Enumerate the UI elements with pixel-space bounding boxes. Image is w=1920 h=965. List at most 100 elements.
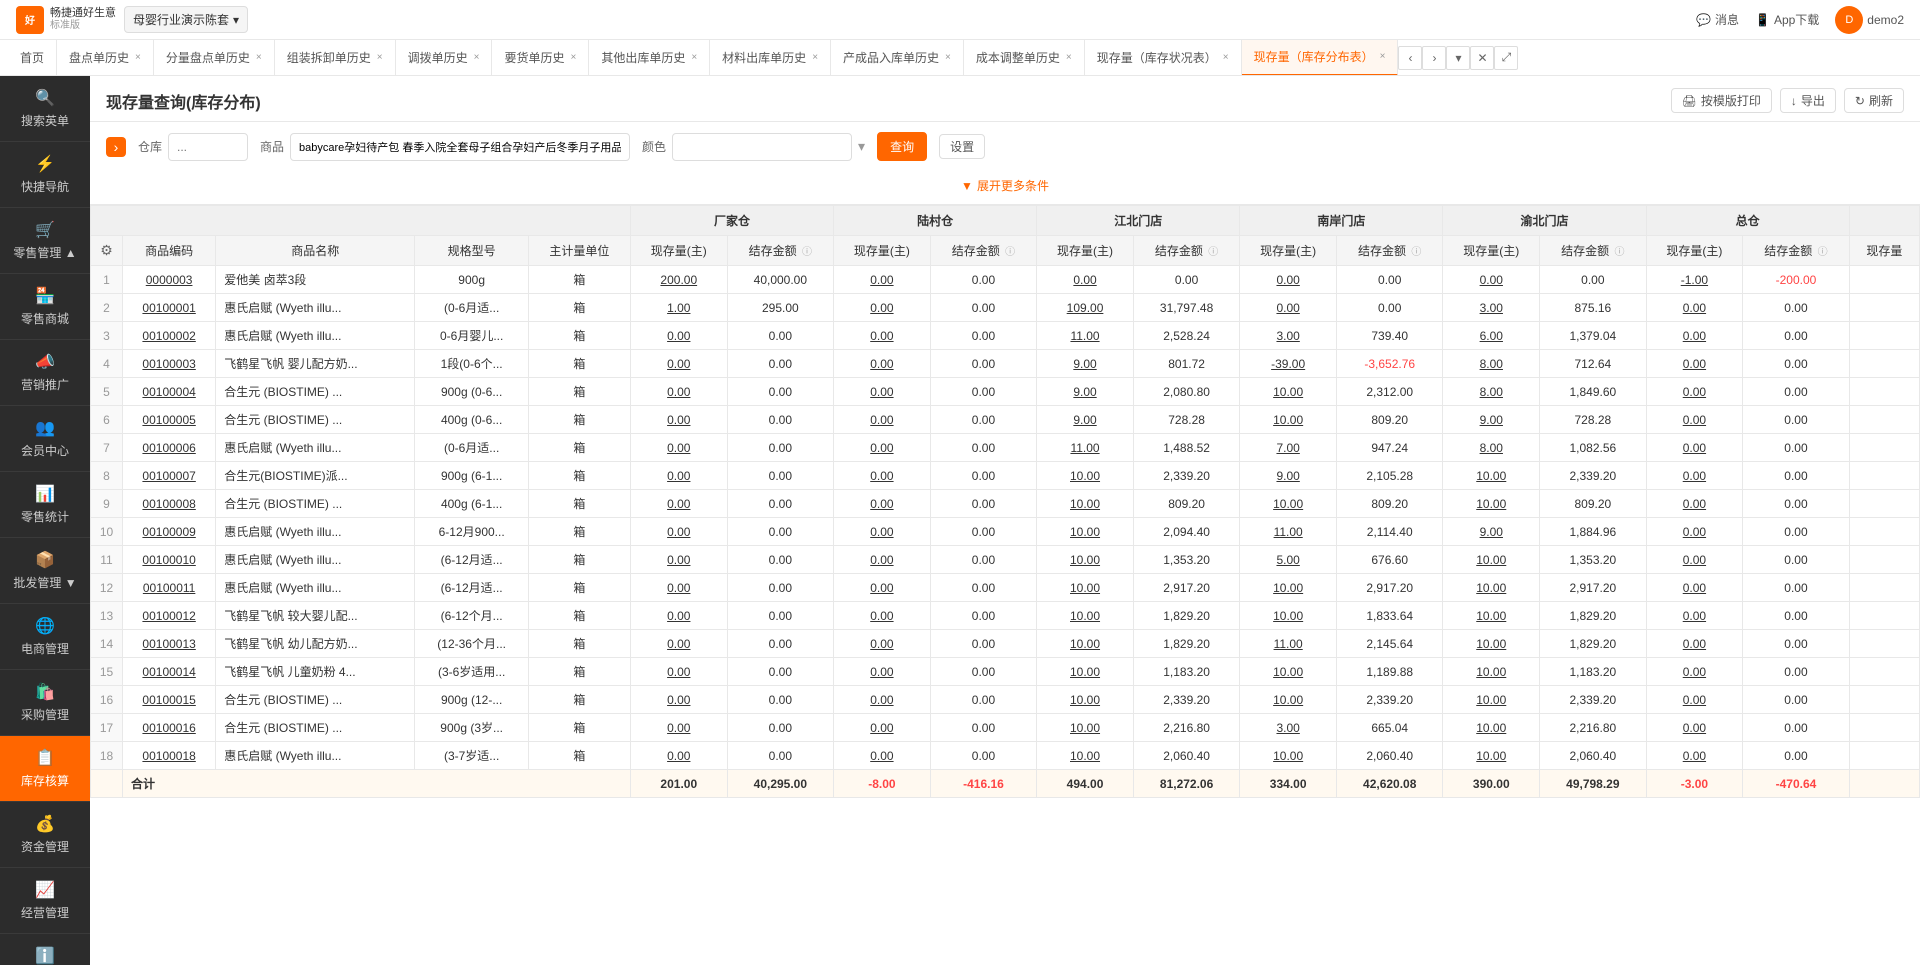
cell-land-amt: 0.00 [930, 574, 1036, 602]
cell-yb-qty: 10.00 [1443, 546, 1540, 574]
tab-prev[interactable]: ‹ [1398, 46, 1422, 70]
cell-land-amt: 0.00 [930, 714, 1036, 742]
tab-close-8[interactable]: × [945, 52, 951, 63]
table-row: 18 00100018 惠氏启赋 (Wyeth illu... (3-7岁适..… [91, 742, 1920, 770]
info-na-amt[interactable]: ⓘ [1411, 247, 1421, 258]
tab-close-9[interactable]: × [1066, 52, 1072, 63]
tab-close-3[interactable]: × [377, 52, 383, 63]
col-jiangbei: 江北门店 [1037, 206, 1240, 236]
tab-home[interactable]: 首页 [8, 40, 57, 76]
query-btn[interactable]: 查询 [877, 132, 927, 161]
sidebar: 🔍 搜索英单 ⚡ 快捷导航 🛒 零售管理 ▲ 🏪 零售商城 📣 营销推广 👥 会… [0, 76, 90, 965]
sidebar-item-retail[interactable]: 🛒 零售管理 ▲ [0, 208, 90, 274]
tab-8[interactable]: 产成品入库单历史 × [831, 40, 964, 76]
table-row: 1 0000003 爱他美 卤萃3段 900g 箱 200.00 40,000.… [91, 266, 1920, 294]
cell-unit: 箱 [528, 742, 630, 770]
cell-land-qty: 0.00 [834, 294, 931, 322]
sidebar-item-nav[interactable]: ⚡ 快捷导航 [0, 142, 90, 208]
export-btn[interactable]: ↓ 导出 [1780, 88, 1836, 113]
expand-orange-btn[interactable]: › [106, 137, 126, 157]
tab-close-10[interactable]: × [1223, 52, 1229, 63]
tab-close-4[interactable]: × [474, 52, 480, 63]
tab-close-6[interactable]: × [691, 52, 697, 63]
th-gear[interactable]: ⚙ [91, 236, 123, 266]
sidebar-item-search[interactable]: 🔍 搜索英单 [0, 76, 90, 142]
sidebar-item-mall[interactable]: 🏪 零售商城 [0, 274, 90, 340]
tab-7[interactable]: 材料出库单历史 × [710, 40, 831, 76]
sidebar-item-ops[interactable]: 📈 经营管理 [0, 868, 90, 934]
store-selector[interactable]: 母婴行业演示陈套 ▾ [124, 6, 248, 33]
cell-name: 飞鹤星飞帆 儿童奶粉 4... [216, 658, 415, 686]
tab-10[interactable]: 现存量（库存状况表）× [1085, 40, 1242, 76]
gear-icon[interactable]: ⚙ [100, 242, 113, 258]
tab-next[interactable]: › [1422, 46, 1446, 70]
tab-1[interactable]: 盘点单历史 × [57, 40, 154, 76]
cell-jb-amt: 1,183.20 [1133, 658, 1239, 686]
tab-6[interactable]: 其他出库单历史 × [589, 40, 710, 76]
info-yb-amt[interactable]: ⓘ [1615, 247, 1625, 258]
cell-fac-qty: 0.00 [630, 406, 727, 434]
tab-close-all[interactable]: ✕ [1470, 46, 1494, 70]
sidebar-item-inventory[interactable]: 📋 库存核算 [0, 736, 90, 802]
expand-filter-btn[interactable]: ▼ 展开更多条件 [961, 177, 1049, 194]
cell-spec: (12-36个月... [415, 630, 529, 658]
sidebar-item-purchase[interactable]: 🛍️ 采购管理 [0, 670, 90, 736]
cell-yb-qty: 8.00 [1443, 350, 1540, 378]
tab-close-11[interactable]: × [1380, 51, 1386, 62]
goods-input[interactable] [290, 133, 630, 161]
money-icon: 💰 [8, 814, 82, 834]
cell-na-amt: 2,105.28 [1337, 462, 1443, 490]
cell-land-amt: 0.00 [930, 490, 1036, 518]
sidebar-item-finance[interactable]: 💰 资金管理 [0, 802, 90, 868]
cell-fac-amt: 0.00 [727, 518, 833, 546]
sidebar-item-wholesale[interactable]: 📦 批发管理 ▼ [0, 538, 90, 604]
cell-jb-amt: 1,829.20 [1133, 602, 1239, 630]
sidebar-item-ecom[interactable]: 🌐 电商管理 [0, 604, 90, 670]
settings-btn[interactable]: 设置 [939, 134, 985, 159]
color-input[interactable] [672, 133, 852, 161]
tab-9[interactable]: 成本调整单历史 × [964, 40, 1085, 76]
clipboard-icon: 📋 [8, 748, 82, 768]
tab-close-7[interactable]: × [812, 52, 818, 63]
color-dropdown-icon[interactable]: ▾ [858, 138, 865, 155]
refresh-btn[interactable]: ↻ 刷新 [1844, 88, 1904, 113]
cell-jb-qty: 10.00 [1037, 658, 1134, 686]
tab-11[interactable]: 现存量（库存分布表）× [1242, 40, 1399, 76]
tab-close-1[interactable]: × [135, 52, 141, 63]
cell-jb-amt: 2,339.20 [1133, 462, 1239, 490]
cell-code: 0000003 [123, 266, 216, 294]
user-menu[interactable]: D demo2 [1835, 6, 1904, 34]
sidebar-item-member[interactable]: 👥 会员中心 [0, 406, 90, 472]
cell-yb-amt: 1,829.20 [1540, 602, 1646, 630]
tab-close-2[interactable]: × [256, 52, 262, 63]
summary-land-qty: -8.00 [834, 770, 931, 798]
app-download-btn[interactable]: 📱 App下载 [1755, 11, 1819, 28]
tab-5[interactable]: 要货单历史 × [492, 40, 589, 76]
cell-name: 合生元 (BIOSTIME) ... [216, 490, 415, 518]
cell-spec: 900g [415, 266, 529, 294]
print-btn[interactable]: 🖨 按模版打印 [1671, 88, 1772, 113]
info-land-amt[interactable]: ⓘ [1005, 247, 1015, 258]
sidebar-item-marketing[interactable]: 📣 营销推广 [0, 340, 90, 406]
info-fac-amt[interactable]: ⓘ [802, 247, 812, 258]
tab-4[interactable]: 调拨单历史 × [396, 40, 493, 76]
message-btn[interactable]: 💬 消息 [1696, 11, 1739, 28]
info-jb-amt[interactable]: ⓘ [1208, 247, 1218, 258]
table-wrapper[interactable]: 厂家仓 陆村仓 江北门店 南岸门店 渝北门店 总仓 ⚙ 商品编码 商品名称 规格… [90, 205, 1920, 965]
tab-2[interactable]: 分量盘点单历史 × [154, 40, 275, 76]
th-fac-amt: 结存金额 ⓘ [727, 236, 833, 266]
warehouse-input[interactable] [168, 133, 248, 161]
bag-icon: 🛍️ [8, 682, 82, 702]
cell-jb-qty: 10.00 [1037, 462, 1134, 490]
info-tot-amt[interactable]: ⓘ [1818, 247, 1828, 258]
tab-3[interactable]: 组装拆卸单历史 × [275, 40, 396, 76]
sidebar-item-info[interactable]: ℹ️ 基础信息 [0, 934, 90, 965]
tab-expand[interactable]: ⤢ [1494, 46, 1518, 70]
tab-list[interactable]: ▾ [1446, 46, 1470, 70]
cell-land-amt: 0.00 [930, 630, 1036, 658]
cell-fac-qty: 200.00 [630, 266, 727, 294]
tab-close-5[interactable]: × [570, 52, 576, 63]
cell-yb-amt: 728.28 [1540, 406, 1646, 434]
sidebar-item-stats[interactable]: 📊 零售统计 [0, 472, 90, 538]
cell-yb-qty: 10.00 [1443, 602, 1540, 630]
